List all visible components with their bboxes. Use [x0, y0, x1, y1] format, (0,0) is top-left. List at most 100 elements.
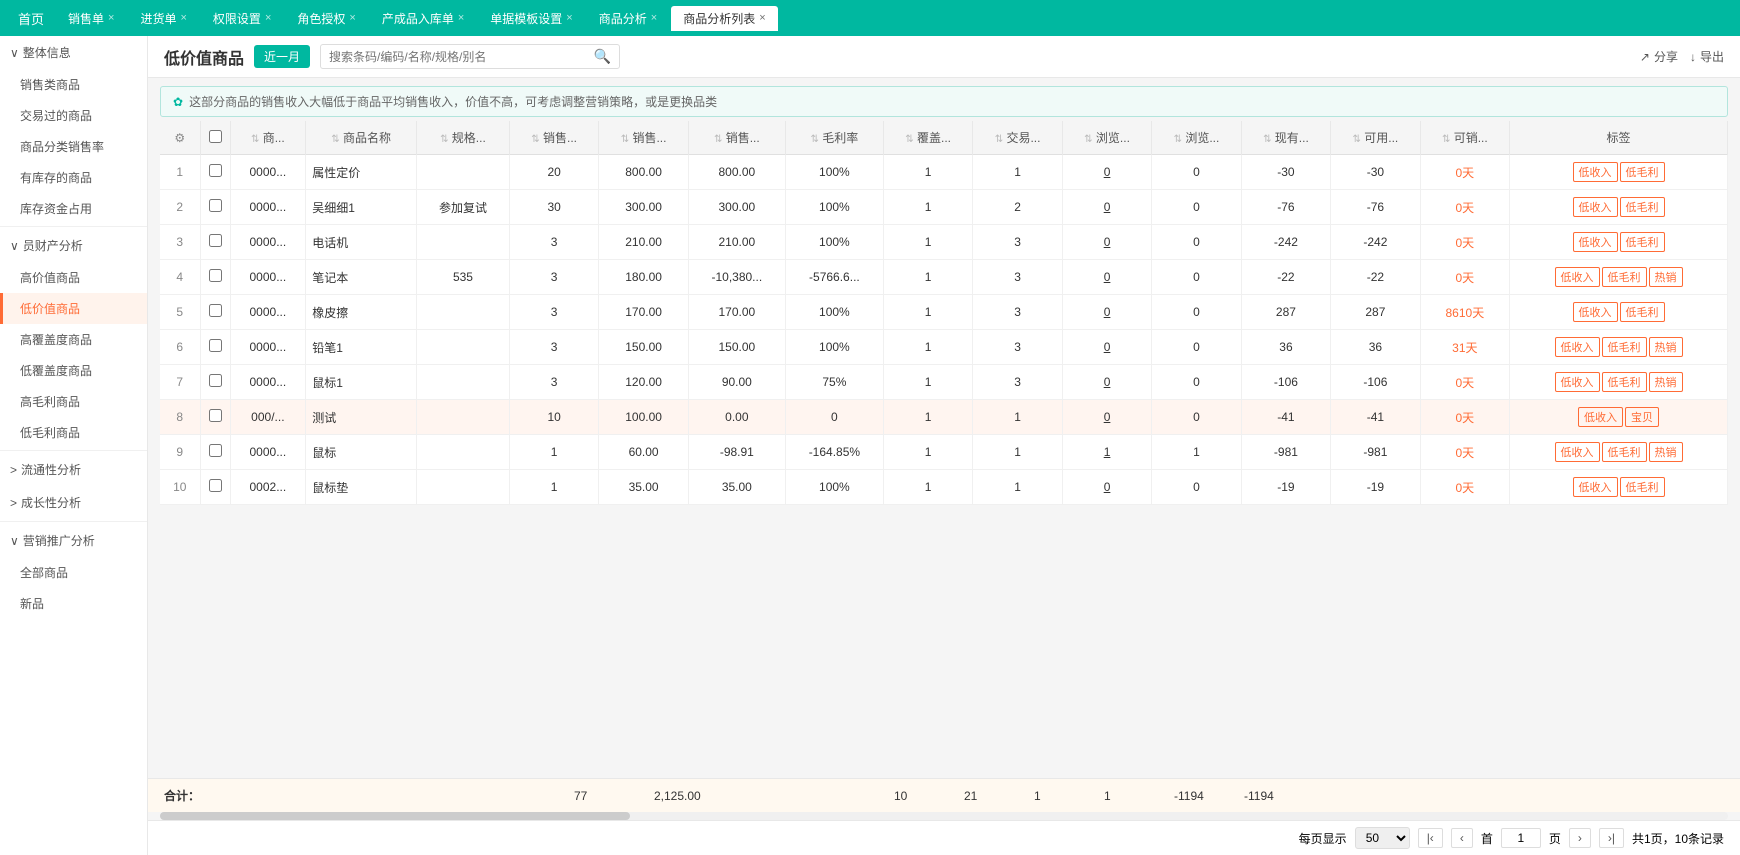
sidebar-item-low-value[interactable]: 低价值商品 — [0, 293, 147, 324]
row-name: 铅笔1 — [306, 330, 417, 365]
sidebar-section-circulation[interactable]: > 流通性分析 — [0, 453, 147, 486]
nav-close-purchaseorder[interactable]: × — [180, 12, 186, 24]
row-checkbox[interactable] — [209, 269, 222, 282]
row-browse1[interactable]: 0 — [1062, 260, 1151, 295]
page-input[interactable] — [1501, 828, 1541, 848]
horizontal-scrollbar[interactable] — [160, 812, 1728, 820]
prev-page-btn[interactable]: ‹ — [1451, 828, 1473, 848]
row-checkbox[interactable] — [209, 479, 222, 492]
nav-item-salesorder[interactable]: 销售单 × — [56, 6, 126, 31]
col-settings[interactable]: ⚙ — [160, 121, 200, 155]
nav-item-analysis-list[interactable]: 商品分析列表 × — [671, 6, 777, 31]
sidebar-item-category-sales-rate[interactable]: 商品分类销售率 — [0, 131, 147, 162]
sidebar-section-growth[interactable]: > 成长性分析 — [0, 486, 147, 519]
sidebar-item-new-goods[interactable]: 新品 — [0, 588, 147, 619]
browse1-link[interactable]: 0 — [1104, 375, 1111, 389]
tag-badge: 低毛利 — [1620, 477, 1665, 497]
row-checkbox[interactable] — [209, 234, 222, 247]
row-stock2: -242 — [1331, 225, 1420, 260]
period-button[interactable]: 近一月 — [254, 45, 310, 68]
sidebar-item-high-profit[interactable]: 高毛利商品 — [0, 386, 147, 417]
last-page-btn[interactable]: ›| — [1599, 828, 1624, 848]
select-all-checkbox[interactable] — [209, 130, 222, 143]
row-checkbox[interactable] — [209, 164, 222, 177]
row-checkbox[interactable] — [209, 304, 222, 317]
browse1-link[interactable]: 1 — [1104, 445, 1111, 459]
nav-close-analysis-list[interactable]: × — [759, 12, 765, 24]
sidebar-item-high-value[interactable]: 高价值商品 — [0, 262, 147, 293]
browse1-link[interactable]: 0 — [1104, 200, 1111, 214]
nav-close-roles[interactable]: × — [349, 12, 355, 24]
row-tags: 低收入低毛利 — [1510, 155, 1728, 190]
sidebar-collapse-btn[interactable]: « — [147, 431, 148, 461]
nav-item-analysis[interactable]: 商品分析 × — [587, 6, 669, 31]
nav-close-template[interactable]: × — [566, 12, 572, 24]
row-days: 0天 — [1420, 225, 1509, 260]
row-name: 属性定价 — [306, 155, 417, 190]
browse1-link[interactable]: 0 — [1104, 270, 1111, 284]
row-browse1[interactable]: 0 — [1062, 295, 1151, 330]
nav-close-analysis[interactable]: × — [651, 12, 657, 24]
total-info: 共1页，10条记录 — [1632, 830, 1724, 847]
settings-icon[interactable]: ⚙ — [174, 131, 185, 145]
browse1-link[interactable]: 0 — [1104, 480, 1111, 494]
search-icon[interactable]: 🔍 — [594, 48, 611, 65]
nav-item-permissions[interactable]: 权限设置 × — [201, 6, 283, 31]
row-browse1[interactable]: 0 — [1062, 225, 1151, 260]
row-checkbox[interactable] — [209, 199, 222, 212]
nav-close-salesorder[interactable]: × — [108, 12, 114, 24]
table-row: 1 0000... 属性定价 20 800.00 800.00 100% 1 1… — [160, 155, 1728, 190]
sidebar-item-stock-goods[interactable]: 有库存的商品 — [0, 162, 147, 193]
first-page-btn[interactable]: |‹ — [1418, 828, 1443, 848]
row-browse1[interactable]: 1 — [1062, 435, 1151, 470]
row-checkbox[interactable] — [209, 339, 222, 352]
row-browse1[interactable]: 0 — [1062, 365, 1151, 400]
browse1-link[interactable]: 0 — [1104, 165, 1111, 179]
browse1-link[interactable]: 0 — [1104, 410, 1111, 424]
share-button[interactable]: ↗ 分享 — [1640, 48, 1678, 65]
next-page-btn[interactable]: › — [1569, 828, 1591, 848]
nav-close-permissions[interactable]: × — [265, 12, 271, 24]
sidebar-item-all-goods[interactable]: 全部商品 — [0, 557, 147, 588]
browse1-link[interactable]: 0 — [1104, 340, 1111, 354]
row-gross: 100% — [785, 330, 883, 365]
scrollbar-thumb[interactable] — [160, 812, 630, 820]
row-gross: 100% — [785, 155, 883, 190]
row-browse1[interactable]: 0 — [1062, 470, 1151, 505]
row-browse1[interactable]: 0 — [1062, 190, 1151, 225]
nav-item-template[interactable]: 单据模板设置 × — [478, 6, 584, 31]
sidebar-item-sales-goods[interactable]: 销售类商品 — [0, 69, 147, 100]
search-input[interactable] — [329, 50, 594, 64]
nav-item-roles[interactable]: 角色授权 × — [285, 6, 367, 31]
row-checkbox[interactable] — [209, 374, 222, 387]
browse1-link[interactable]: 0 — [1104, 235, 1111, 249]
nav-item-production[interactable]: 产成品入库单 × — [370, 6, 476, 31]
export-button[interactable]: ↓ 导出 — [1690, 48, 1724, 65]
row-checkbox[interactable] — [209, 444, 222, 457]
browse1-link[interactable]: 0 — [1104, 305, 1111, 319]
tag-badge: 低毛利 — [1602, 337, 1647, 357]
row-gross: 100% — [785, 190, 883, 225]
row-spec: 535 — [416, 260, 509, 295]
total-label: 合计： — [164, 787, 224, 804]
nav-close-production[interactable]: × — [458, 12, 464, 24]
sidebar-item-high-coverage[interactable]: 高覆盖度商品 — [0, 324, 147, 355]
sidebar-section-overall[interactable]: ∨ 整体信息 — [0, 36, 147, 69]
sidebar-item-traded-goods[interactable]: 交易过的商品 — [0, 100, 147, 131]
sidebar-section-marketing[interactable]: ∨ 营销推广分析 — [0, 524, 147, 557]
nav-item-purchaseorder[interactable]: 进货单 × — [128, 6, 198, 31]
sidebar-item-low-profit[interactable]: 低毛利商品 — [0, 417, 147, 448]
row-checkbox[interactable] — [209, 409, 222, 422]
tag-badge: 低毛利 — [1620, 162, 1665, 182]
nav-home[interactable]: 首页 — [8, 5, 54, 32]
row-browse1[interactable]: 0 — [1062, 400, 1151, 435]
row-browse1[interactable]: 0 — [1062, 330, 1151, 365]
row-tags: 低收入低毛利 — [1510, 470, 1728, 505]
sidebar-item-stock-capital[interactable]: 库存资金占用 — [0, 193, 147, 224]
sidebar-section-asset[interactable]: ∨ 员财产分析 — [0, 229, 147, 262]
row-browse1[interactable]: 0 — [1062, 155, 1151, 190]
sidebar-item-low-coverage[interactable]: 低覆盖度商品 — [0, 355, 147, 386]
per-page-select[interactable]: 50 20 100 — [1355, 827, 1410, 849]
col-spec: ⇅ 规格... — [416, 121, 509, 155]
row-checkbox-cell — [200, 155, 230, 190]
